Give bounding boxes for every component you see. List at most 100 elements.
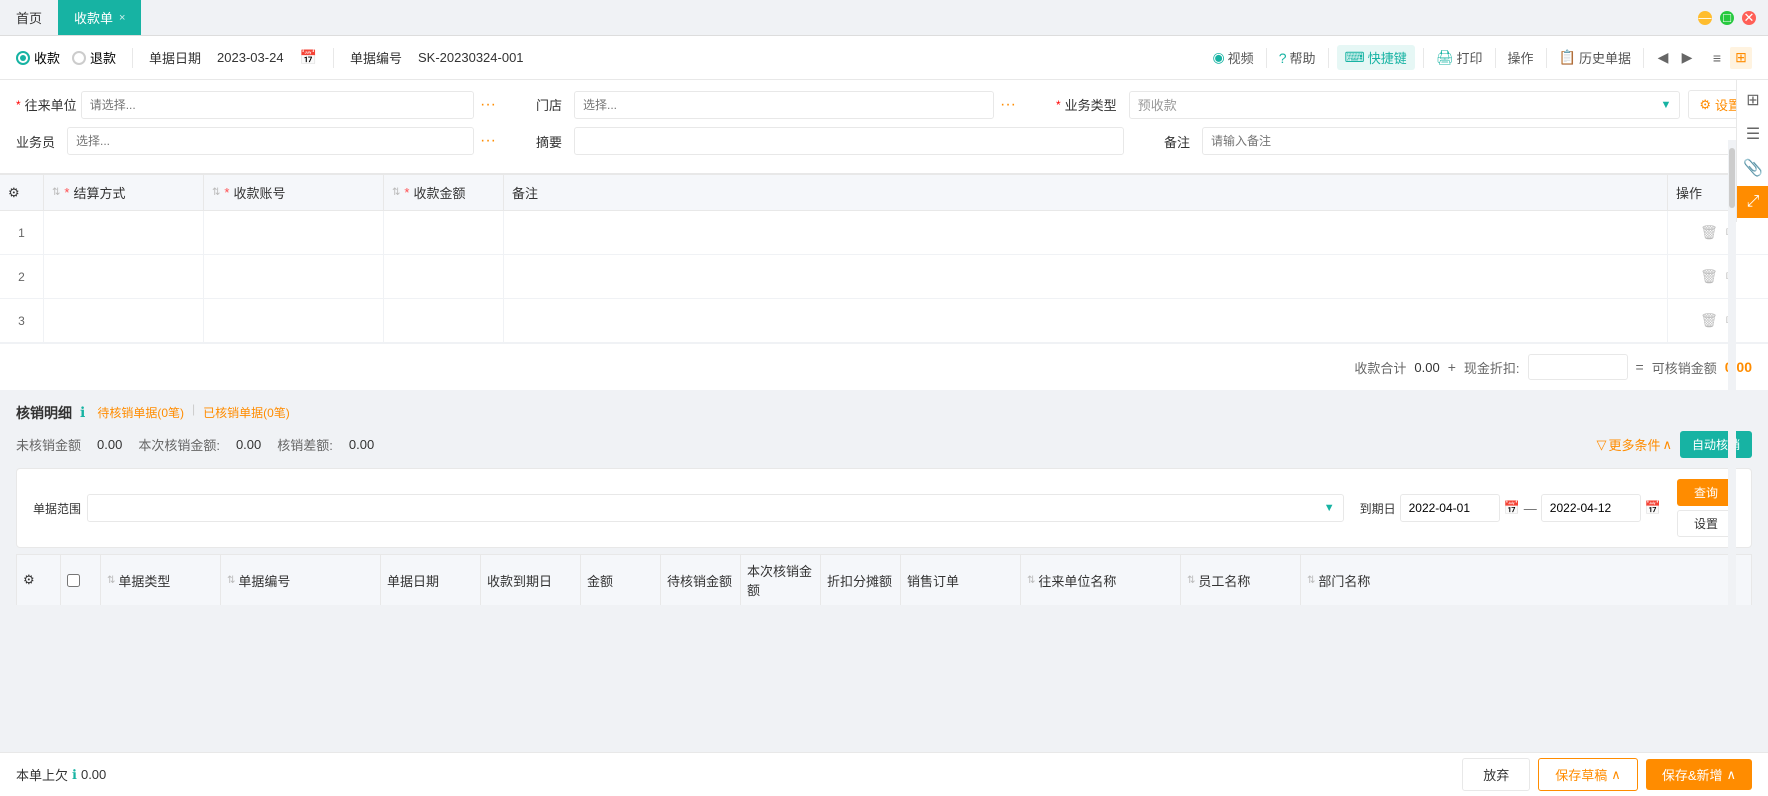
staff-input[interactable]: [67, 127, 474, 155]
business-select[interactable]: 预收款 ▼: [1129, 91, 1681, 119]
discount-input[interactable]: [1528, 354, 1628, 380]
diff-label: 核销差额:: [277, 435, 333, 454]
sidebar-expand-icon[interactable]: ⤢: [1737, 186, 1768, 218]
sort-dept-icon[interactable]: ⇅: [1307, 575, 1315, 586]
date-from-icon[interactable]: 📅: [1504, 500, 1520, 516]
date-from-input[interactable]: [1400, 494, 1500, 522]
business-required-mark: *: [1056, 98, 1061, 112]
filter-setting-button[interactable]: 设置: [1677, 510, 1735, 537]
calendar-icon[interactable]: 📅: [300, 49, 317, 66]
account-required: *: [224, 185, 229, 200]
current-label: 本次核销金额:: [138, 435, 220, 454]
date-to-icon[interactable]: 📅: [1645, 500, 1661, 516]
scrollbar-thumb: [1729, 148, 1735, 208]
operate-button[interactable]: 操作: [1504, 46, 1538, 69]
video-button[interactable]: ◉ 视频: [1208, 46, 1257, 69]
pending-tab[interactable]: 待核销单据(0笔): [93, 402, 188, 423]
note-input[interactable]: [1202, 127, 1752, 155]
row-3-amount[interactable]: [384, 299, 504, 342]
sort-partner-icon[interactable]: ⇅: [1027, 575, 1035, 586]
store-more-btn[interactable]: ···: [1000, 96, 1016, 114]
next-arrow[interactable]: ▶: [1676, 47, 1698, 69]
close-icon: ✕: [1744, 10, 1755, 26]
partner-input[interactable]: [81, 91, 474, 119]
print-icon: 🖨: [1436, 49, 1454, 66]
toolbar: 收款 退款 单据日期 2023-03-24 📅 单据编号 SK-20230324…: [0, 36, 1768, 80]
row-2-amount[interactable]: [384, 255, 504, 298]
history-button[interactable]: 📋 历史单据: [1555, 46, 1635, 69]
window-minimize-button[interactable]: —: [1698, 11, 1712, 25]
footer-right: 放弃 保存草稿 ∧ 保存&新增 ∧: [1462, 758, 1752, 791]
scrollbar[interactable]: [1728, 140, 1736, 752]
staff-label: 业务员: [16, 132, 55, 151]
select-all-checkbox[interactable]: [67, 574, 80, 587]
row-1-payment[interactable]: [44, 211, 204, 254]
verification-info-icon[interactable]: ℹ: [80, 404, 85, 421]
tab-active[interactable]: 收款单 ×: [58, 0, 141, 35]
video-icon: ◉: [1212, 49, 1224, 66]
row-1-delete-icon[interactable]: 🗑: [1700, 224, 1718, 241]
th-gear[interactable]: ⚙: [0, 175, 44, 210]
tab-home[interactable]: 首页: [0, 0, 58, 35]
summary-input[interactable]: [574, 127, 1124, 155]
list-view-icon[interactable]: ≡: [1706, 47, 1728, 69]
sort-amount-icon[interactable]: ⇅: [392, 187, 400, 198]
partner-more-btn[interactable]: ···: [480, 96, 496, 114]
bth-type: ⇅ 单据类型: [101, 555, 221, 605]
date-to-input[interactable]: [1541, 494, 1641, 522]
row-3-num: 3: [0, 299, 44, 342]
save-draft-button[interactable]: 保存草稿 ∧: [1538, 758, 1638, 791]
row-3-account[interactable]: [204, 299, 384, 342]
radio-refund[interactable]: 退款: [72, 48, 116, 67]
divider-7: [1546, 48, 1547, 68]
sidebar-attach-icon[interactable]: 📎: [1737, 152, 1768, 184]
row-1-account[interactable]: [204, 211, 384, 254]
bth-date: 单据日期: [381, 555, 481, 605]
row-3-delete-icon[interactable]: 🗑: [1700, 312, 1718, 329]
shortcut-button[interactable]: ⌨ 快捷键: [1337, 45, 1415, 70]
sidebar-table-icon[interactable]: ⊞: [1737, 84, 1768, 116]
row-3-note[interactable]: [504, 299, 1668, 342]
sort-staff-icon[interactable]: ⇅: [1187, 575, 1195, 586]
prev-arrow[interactable]: ◀: [1652, 47, 1674, 69]
discard-button[interactable]: 放弃: [1462, 758, 1530, 791]
save-new-button[interactable]: 保存&新增 ∧: [1646, 759, 1752, 790]
bth-due-label: 收款到期日: [487, 571, 552, 590]
row-1-amount[interactable]: [384, 211, 504, 254]
sort-account-icon[interactable]: ⇅: [212, 187, 220, 198]
grid-view-icon[interactable]: ⊞: [1730, 47, 1752, 69]
tab-close-icon[interactable]: ×: [119, 12, 125, 24]
sort-payment-icon[interactable]: ⇅: [52, 187, 60, 198]
store-label: 门店: [536, 95, 562, 114]
row-2-delete-icon[interactable]: 🗑: [1700, 268, 1718, 285]
radio-income[interactable]: 收款: [16, 48, 60, 67]
row-2-account[interactable]: [204, 255, 384, 298]
window-maximize-button[interactable]: □: [1720, 11, 1734, 25]
maximize-icon: □: [1723, 10, 1731, 25]
window-close-button[interactable]: ✕: [1742, 11, 1756, 25]
sort-number-icon[interactable]: ⇅: [227, 575, 235, 586]
summary-label: 摘要: [536, 132, 562, 151]
query-button[interactable]: 查询: [1677, 479, 1735, 506]
range-select[interactable]: ▼: [87, 494, 1344, 522]
sidebar-list-icon[interactable]: ☰: [1737, 118, 1768, 150]
bth-gear[interactable]: ⚙: [17, 555, 61, 605]
row-1-note[interactable]: [504, 211, 1668, 254]
staff-more-btn[interactable]: ···: [480, 132, 496, 150]
more-filters-btn[interactable]: ▽ 更多条件 ∧: [1596, 435, 1672, 454]
row-2-payment[interactable]: [44, 255, 204, 298]
footer-info-icon[interactable]: ℹ: [72, 767, 77, 783]
bottom-table-header: ⚙ ⇅ 单据类型 ⇅ 单据编号 单据日期 收款到期日 金额 待核销金额 本次核销…: [16, 554, 1752, 605]
row-2-note[interactable]: [504, 255, 1668, 298]
print-button[interactable]: 🖨 打印: [1432, 46, 1487, 69]
done-tab[interactable]: 已核销单据(0笔): [199, 402, 294, 423]
auto-verify-button[interactable]: 自动核销: [1680, 431, 1752, 458]
plus-sign: +: [1448, 359, 1456, 375]
help-button[interactable]: ? 帮助: [1275, 46, 1320, 69]
row-3-payment[interactable]: [44, 299, 204, 342]
operate-label: 操作: [1508, 48, 1534, 67]
save-draft-arrow: ∧: [1611, 767, 1621, 783]
number-field-value: SK-20230324-001: [418, 50, 524, 65]
store-input[interactable]: [574, 91, 994, 119]
sort-type-icon[interactable]: ⇅: [107, 575, 115, 586]
